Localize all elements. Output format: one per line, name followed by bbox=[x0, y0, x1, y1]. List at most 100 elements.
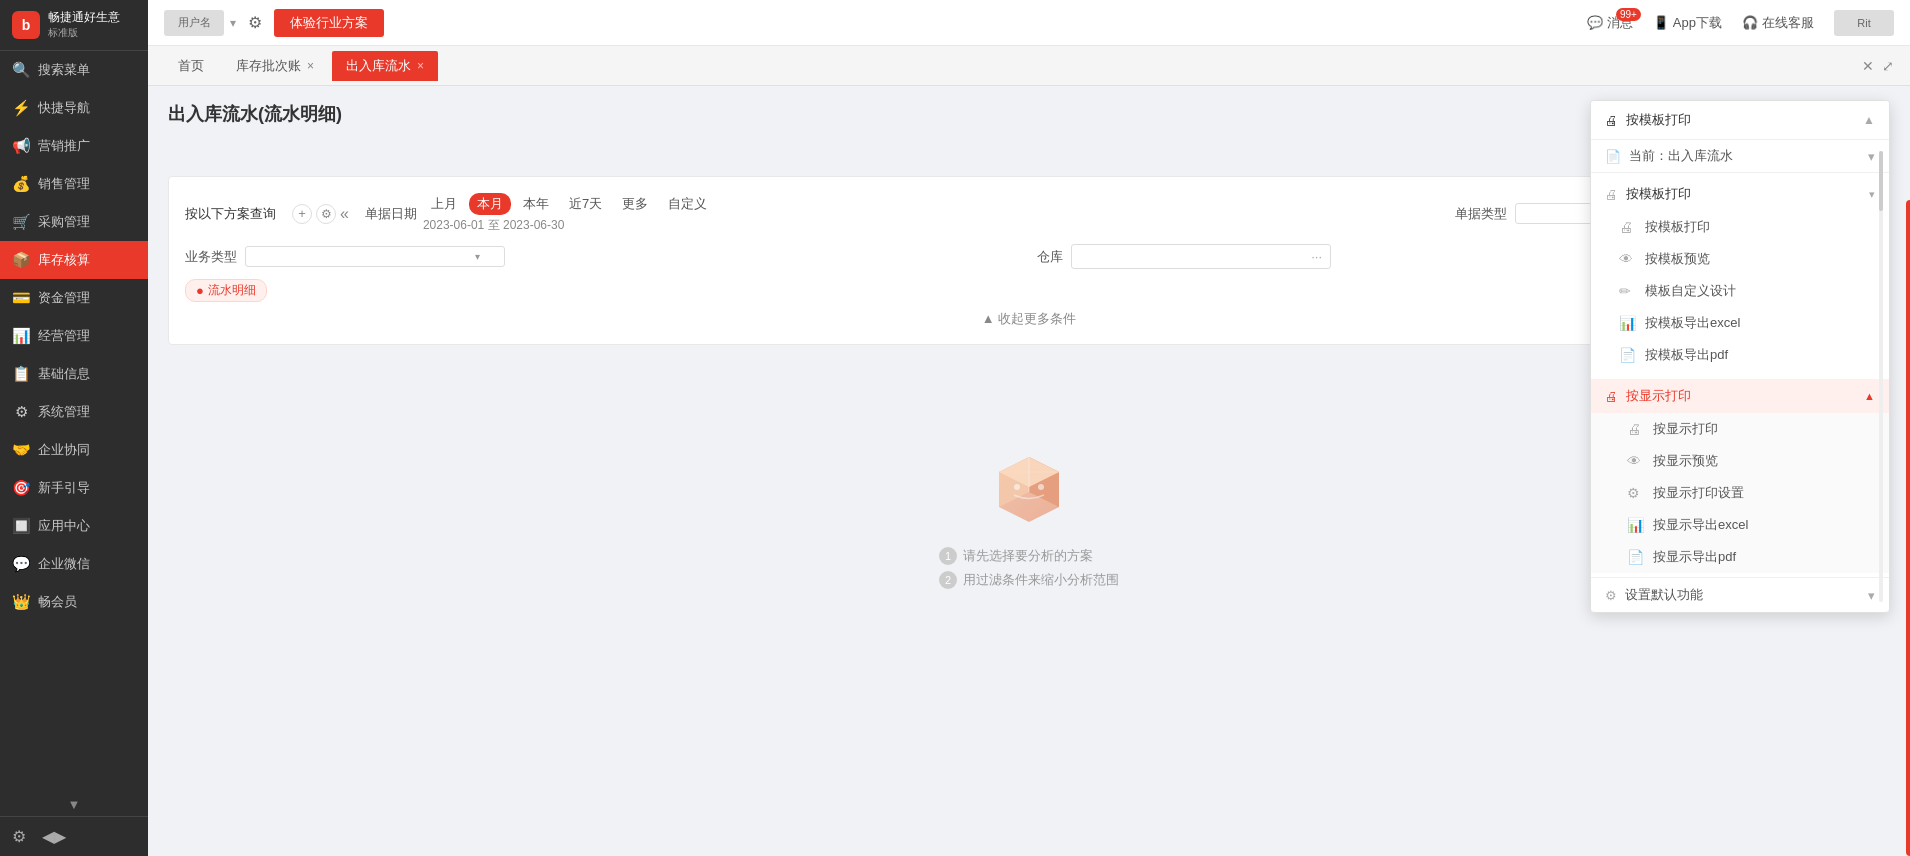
empty-illustration bbox=[979, 437, 1079, 527]
sidebar-item-wechat[interactable]: 💬企业微信 bbox=[0, 545, 148, 583]
template-print-header[interactable]: 🖨 按模板打印 ▾ bbox=[1591, 177, 1889, 211]
date-tab-近7天[interactable]: 近7天 bbox=[561, 193, 610, 215]
date-tab-更多[interactable]: 更多 bbox=[614, 193, 656, 215]
tab-flow[interactable]: 出入库流水 × bbox=[332, 51, 438, 81]
topbar-user: 用户名 ▾ bbox=[164, 10, 236, 36]
dropdown-item-display-settings[interactable]: ⚙ 按显示打印设置 bbox=[1591, 477, 1889, 509]
sidebar-nav: 🔍搜索菜单⚡快捷导航📢营销推广💰销售管理 🛒 采购管理 📦 库存核算 💳资金管理📊经营管理… bbox=[0, 51, 148, 793]
sidebar-logo: b 畅捷通好生意 标准版 bbox=[0, 0, 148, 51]
user-name-text: 用户名 bbox=[178, 15, 211, 30]
footer-icon: ⚙ bbox=[1605, 588, 1617, 603]
apps-icon: 🔲 bbox=[12, 517, 30, 535]
purchase-icon: 🛒 bbox=[12, 213, 30, 231]
date-tab-上月[interactable]: 上月 bbox=[423, 193, 465, 215]
nav-label-collab: 企业协同 bbox=[38, 441, 90, 459]
tab-close-flow[interactable]: × bbox=[417, 59, 424, 73]
user-avatar-display: 用户名 bbox=[164, 10, 224, 36]
display-print-header[interactable]: 🖨 按显示打印 ▲ bbox=[1591, 379, 1889, 413]
maximize-btn[interactable]: ⤢ bbox=[1882, 58, 1894, 74]
current-arrow: ▾ bbox=[1868, 149, 1875, 164]
collapse-more-btn[interactable]: ▲ 收起更多条件 bbox=[982, 310, 1076, 328]
sidebar-item-apps[interactable]: 🔲 应用中心 bbox=[0, 507, 148, 545]
dropdown-item-display-preview[interactable]: 👁 按显示预览 bbox=[1591, 445, 1889, 477]
template-print-section: 🖨 按模板打印 ▾ 🖨 按模板打印 👁 按模板预览 ✏ 模板自定义设计 📊 按模… bbox=[1591, 173, 1889, 375]
nav-label-system: 系统管理 bbox=[38, 403, 90, 421]
sidebar-item-basic[interactable]: 📋 基础信息 bbox=[0, 355, 148, 393]
dropdown-item-template-design[interactable]: ✏ 模板自定义设计 bbox=[1591, 275, 1889, 307]
date-filter: 单据日期 上月本月本年近7天更多自定义 2023-06-01 至 2023-06… bbox=[365, 193, 1032, 234]
item-icon-2: 👁 bbox=[1619, 251, 1635, 267]
settings-icon[interactable]: ⚙ bbox=[12, 827, 26, 846]
sidebar-item-system[interactable]: ⚙系统管理 bbox=[0, 393, 148, 431]
current-template-row[interactable]: 📄 当前：出入库流水 ▾ bbox=[1591, 140, 1889, 173]
sidebar-item-collab[interactable]: 🤝企业协同 bbox=[0, 431, 148, 469]
tab-close-batch[interactable]: × bbox=[307, 59, 314, 73]
nav-label-inventory: 库存核算 bbox=[38, 251, 90, 269]
dropdown-item-display-print[interactable]: 🖨 按显示打印 bbox=[1591, 413, 1889, 445]
sidebar-item-purchase[interactable]: 🛒 采购管理 bbox=[0, 203, 148, 241]
tab-home[interactable]: 首页 bbox=[164, 51, 218, 81]
download-icon: 📱 bbox=[1653, 15, 1669, 30]
dropdown-item-display-excel[interactable]: 📊 按显示导出excel bbox=[1591, 509, 1889, 541]
warehouse-label: 仓库 bbox=[1037, 248, 1063, 266]
operations-icon: 📊 bbox=[12, 327, 30, 345]
date-tab-本年[interactable]: 本年 bbox=[515, 193, 557, 215]
biz-filter: 业务类型 ▾ bbox=[185, 246, 1021, 267]
sidebar-item-shortcut[interactable]: ⚡快捷导航 bbox=[0, 89, 148, 127]
online-service-item[interactable]: 🎧 在线客服 bbox=[1742, 14, 1814, 32]
sidebar-item-member[interactable]: 👑畅会员 bbox=[0, 583, 148, 621]
sidebar-toggle-icon[interactable]: ◀▶ bbox=[42, 827, 66, 846]
message-item[interactable]: 💬 消息 99+ bbox=[1587, 14, 1633, 32]
tabs-bar: 首页库存批次账 × 出入库流水 × ✕ ⤢ bbox=[148, 46, 1910, 86]
dropdown-item-template-pdf[interactable]: 📄 按模板导出pdf bbox=[1591, 339, 1889, 371]
topbar-gear-icon[interactable]: ⚙ bbox=[248, 13, 262, 32]
logo-text-block: 畅捷通好生意 标准版 bbox=[48, 10, 120, 40]
filter-collapse-btn[interactable]: « bbox=[340, 205, 349, 223]
dropdown-footer[interactable]: ⚙ 设置默认功能 ▾ bbox=[1591, 577, 1889, 612]
dropdown-item-template-preview[interactable]: 👁 按模板预览 bbox=[1591, 243, 1889, 275]
item-icon-d1: 🖨 bbox=[1627, 421, 1643, 437]
sidebar-item-marketing[interactable]: 📢营销推广 bbox=[0, 127, 148, 165]
sidebar-item-finance[interactable]: 💳资金管理 bbox=[0, 279, 148, 317]
sidebar-item-search[interactable]: 🔍搜索菜单 bbox=[0, 51, 148, 89]
logo-icon: b bbox=[12, 11, 40, 39]
sidebar-scroll-down[interactable]: ▼ bbox=[0, 793, 148, 816]
current-template-info: 📄 当前：出入库流水 bbox=[1605, 147, 1733, 165]
sub-filter-tag[interactable]: ● 流水明细 bbox=[185, 279, 267, 302]
date-tab-自定义[interactable]: 自定义 bbox=[660, 193, 715, 215]
item-icon-d3: ⚙ bbox=[1627, 485, 1643, 501]
dropdown-item-template-excel[interactable]: 📊 按模板导出excel bbox=[1591, 307, 1889, 339]
nav-label-purchase: 采购管理 bbox=[38, 213, 90, 231]
dropdown-collapse-btn[interactable]: ▲ bbox=[1863, 113, 1875, 127]
tab-label-flow: 出入库流水 bbox=[346, 57, 411, 75]
dropdown-item-display-pdf[interactable]: 📄 按显示导出pdf bbox=[1591, 541, 1889, 573]
filter-label: 按以下方案查询 bbox=[185, 205, 276, 223]
biz-type-select[interactable]: ▾ bbox=[245, 246, 505, 267]
sub-filter-label: 流水明细 bbox=[208, 282, 256, 299]
date-tab-本月[interactable]: 本月 bbox=[469, 193, 511, 215]
item-icon-d5: 📄 bbox=[1627, 549, 1643, 565]
sidebar-item-guide[interactable]: 🎯新手引导 bbox=[0, 469, 148, 507]
sidebar-item-inventory[interactable]: 📦 库存核算 bbox=[0, 241, 148, 279]
sales-icon: 💰 bbox=[12, 175, 30, 193]
tab-label-batch: 库存批次账 bbox=[236, 57, 301, 75]
sidebar-item-operations[interactable]: 📊经营管理 bbox=[0, 317, 148, 355]
biz-type-arrow: ▾ bbox=[475, 251, 480, 262]
filter-settings-btn[interactable]: ⚙ bbox=[316, 204, 336, 224]
nav-label-apps: 应用中心 bbox=[38, 517, 90, 535]
user-dropdown-icon[interactable]: ▾ bbox=[230, 16, 236, 30]
app-download-item[interactable]: 📱 App下载 bbox=[1653, 14, 1722, 32]
inventory-icon: 📦 bbox=[12, 251, 30, 269]
warehouse-input[interactable]: ··· bbox=[1071, 244, 1331, 269]
user-profile-avatar[interactable]: Rit bbox=[1834, 10, 1894, 36]
svg-point-6 bbox=[1014, 484, 1020, 490]
industry-btn[interactable]: 体验行业方案 bbox=[274, 9, 384, 37]
close-tab-btn[interactable]: ✕ bbox=[1862, 58, 1874, 74]
basic-icon: 📋 bbox=[12, 365, 30, 383]
filter-add-btn[interactable]: + bbox=[292, 204, 312, 224]
nav-label-basic: 基础信息 bbox=[38, 365, 90, 383]
sidebar-item-sales[interactable]: 💰销售管理 bbox=[0, 165, 148, 203]
tab-batch[interactable]: 库存批次账 × bbox=[222, 51, 328, 81]
dropdown-item-template-print[interactable]: 🖨 按模板打印 bbox=[1591, 211, 1889, 243]
nav-label-member: 畅会员 bbox=[38, 593, 77, 611]
